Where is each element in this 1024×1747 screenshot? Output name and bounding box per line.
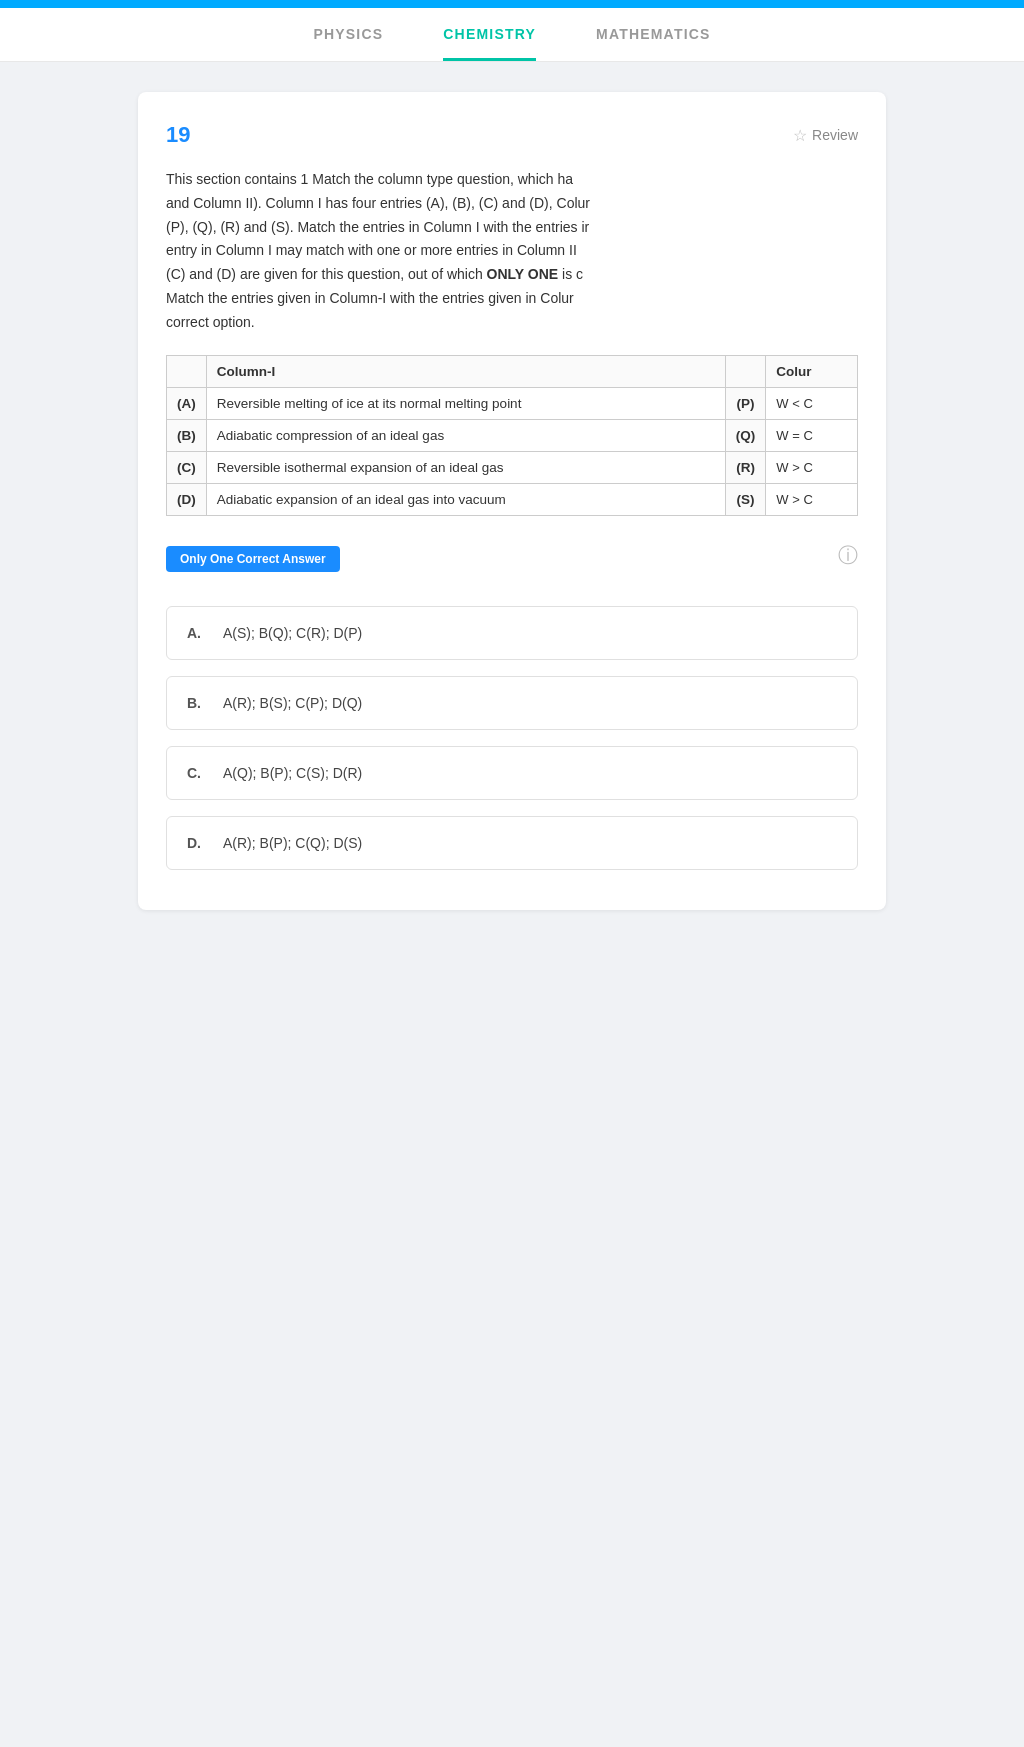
row-label1-1: (B)	[167, 419, 207, 451]
desc-line4: entry in Column I may match with one or …	[166, 242, 577, 258]
question-number: 19	[166, 122, 190, 148]
row-content2-3: W > C	[766, 483, 858, 515]
option-label-d: D.	[187, 835, 207, 851]
option-label-a: A.	[187, 625, 207, 641]
row-label2-2: (R)	[725, 451, 766, 483]
row-content2-0: W < C	[766, 387, 858, 419]
row-content1-2: Reversible isothermal expansion of an id…	[206, 451, 725, 483]
option-a[interactable]: A. A(S); B(Q); C(R); D(P)	[166, 606, 858, 660]
star-icon: ☆	[793, 126, 807, 145]
table-row: (D) Adiabatic expansion of an ideal gas …	[167, 483, 858, 515]
tab-physics[interactable]: PHYSICS	[313, 26, 383, 61]
row-content2-2: W > C	[766, 451, 858, 483]
row-content1-1: Adiabatic compression of an ideal gas	[206, 419, 725, 451]
row-label2-0: (P)	[725, 387, 766, 419]
table-blank-header2	[725, 355, 766, 387]
option-label-b: B.	[187, 695, 207, 711]
row-content2-1: W = C	[766, 419, 858, 451]
row-label1-3: (D)	[167, 483, 207, 515]
only-one-bold: ONLY ONE	[487, 266, 559, 282]
row-label2-3: (S)	[725, 483, 766, 515]
question-header: 19 ☆ Review	[166, 122, 858, 148]
header: PHYSICS CHEMISTRY MATHEMATICS	[0, 8, 1024, 62]
tab-chemistry[interactable]: CHEMISTRY	[443, 26, 536, 61]
desc-line3: (P), (Q), (R) and (S). Match the entries…	[166, 219, 589, 235]
review-button[interactable]: ☆ Review	[793, 126, 858, 145]
option-text-c: A(Q); B(P); C(S); D(R)	[223, 765, 362, 781]
row-content1-3: Adiabatic expansion of an ideal gas into…	[206, 483, 725, 515]
row-label1-2: (C)	[167, 451, 207, 483]
table-row: (C) Reversible isothermal expansion of a…	[167, 451, 858, 483]
question-card: 19 ☆ Review This section contains 1 Matc…	[138, 92, 886, 910]
info-icon[interactable]: ⓘ	[838, 542, 858, 569]
row-content1-0: Reversible melting of ice at its normal …	[206, 387, 725, 419]
tabs-nav: PHYSICS CHEMISTRY MATHEMATICS	[0, 8, 1024, 61]
col2-header: Colur	[766, 355, 858, 387]
answer-type-badge: Only One Correct Answer	[166, 546, 340, 572]
desc-line5-pre: (C) and (D) are given for this question,…	[166, 266, 487, 282]
main-content: 19 ☆ Review This section contains 1 Matc…	[122, 62, 902, 940]
badge-info-row: Only One Correct Answer ⓘ	[166, 546, 858, 596]
option-text-d: A(R); B(P); C(Q); D(S)	[223, 835, 362, 851]
desc-line6: Match the entries given in Column-I with…	[166, 290, 574, 306]
option-c[interactable]: C. A(Q); B(P); C(S); D(R)	[166, 746, 858, 800]
option-d[interactable]: D. A(R); B(P); C(Q); D(S)	[166, 816, 858, 870]
option-label-c: C.	[187, 765, 207, 781]
option-b[interactable]: B. A(R); B(S); C(P); D(Q)	[166, 676, 858, 730]
question-text: This section contains 1 Match the column…	[166, 168, 858, 335]
row-label1-0: (A)	[167, 387, 207, 419]
col1-header: Column-I	[206, 355, 725, 387]
desc-line7: correct option.	[166, 314, 255, 330]
desc-line2: and Column II). Column I has four entrie…	[166, 195, 590, 211]
review-label: Review	[812, 127, 858, 143]
table-row: (A) Reversible melting of ice at its nor…	[167, 387, 858, 419]
option-text-b: A(R); B(S); C(P); D(Q)	[223, 695, 362, 711]
table-row: (B) Adiabatic compression of an ideal ga…	[167, 419, 858, 451]
table-blank-header	[167, 355, 207, 387]
match-table: Column-I Colur (A) Reversible melting of…	[166, 355, 858, 516]
option-text-a: A(S); B(Q); C(R); D(P)	[223, 625, 362, 641]
options-container: A. A(S); B(Q); C(R); D(P) B. A(R); B(S);…	[166, 606, 858, 870]
desc-line1: This section contains 1 Match the column…	[166, 171, 573, 187]
tab-mathematics[interactable]: MATHEMATICS	[596, 26, 711, 61]
row-label2-1: (Q)	[725, 419, 766, 451]
top-bar	[0, 0, 1024, 8]
desc-line5-post: is c	[558, 266, 583, 282]
